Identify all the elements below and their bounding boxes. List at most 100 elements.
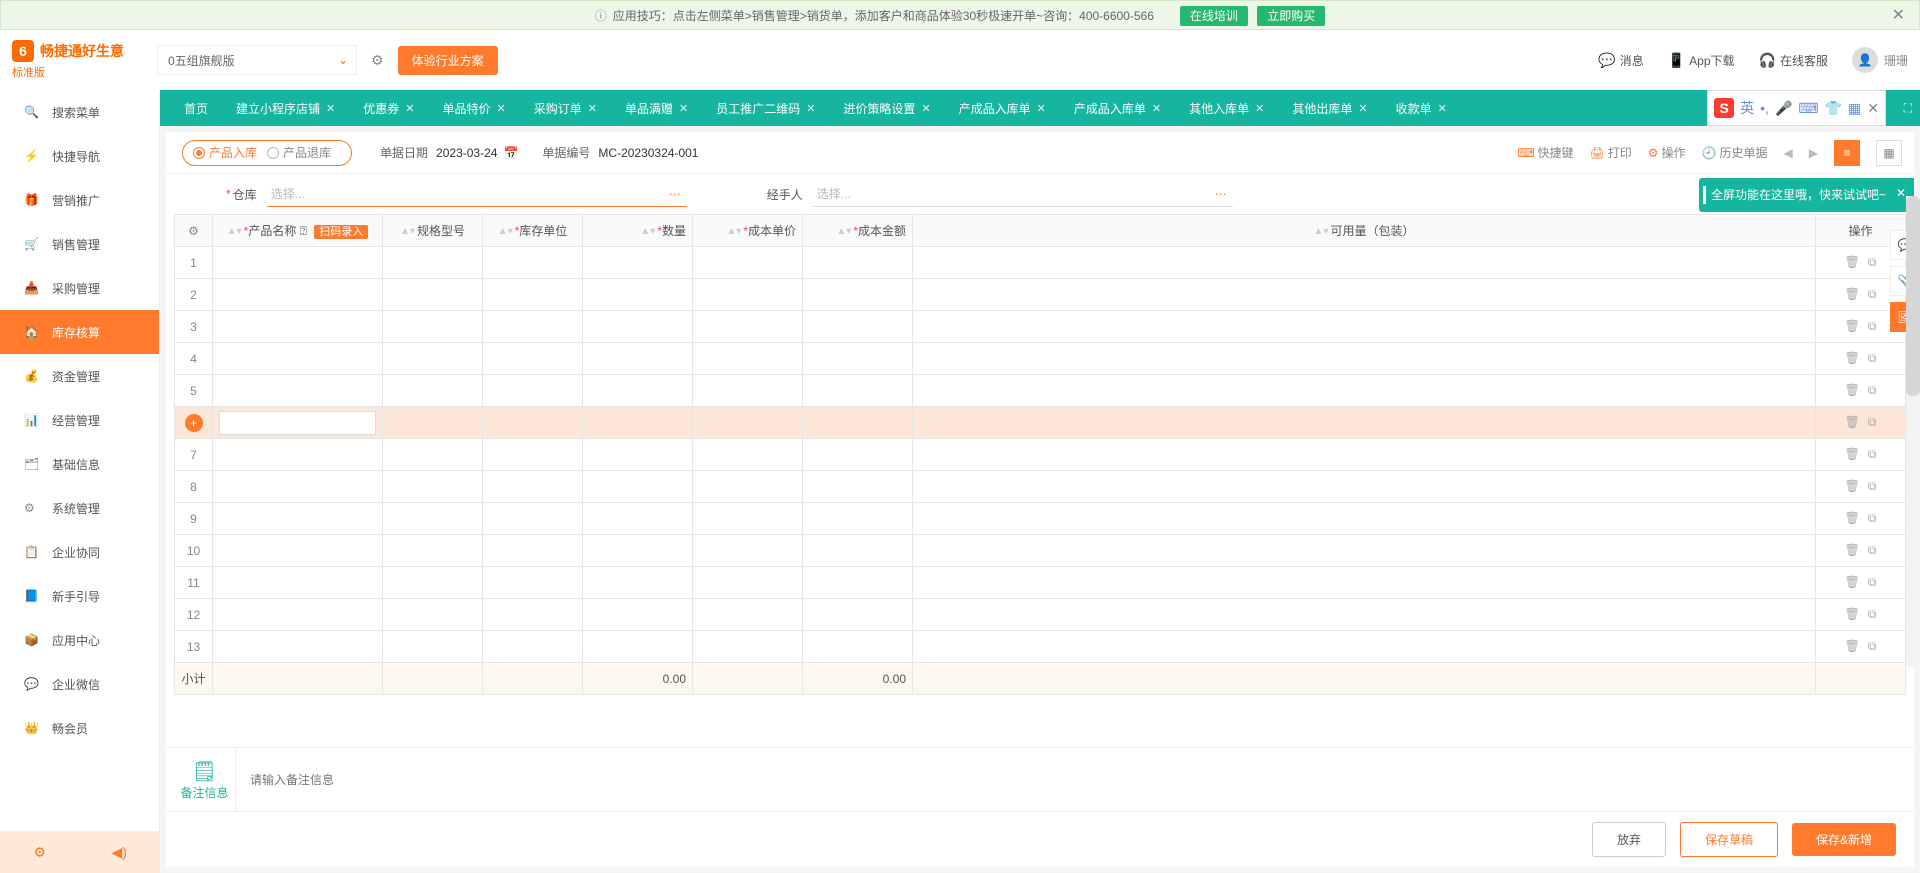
view-card-button[interactable]: ▦ <box>1876 140 1902 166</box>
copy-row-icon[interactable]: ⧉ <box>1868 575 1877 589</box>
sidebar-item-4[interactable]: 📥采购管理 <box>0 266 159 310</box>
calendar-icon[interactable]: 📅 <box>503 146 518 160</box>
copy-row-icon[interactable]: ⧉ <box>1868 319 1877 333</box>
tab-close-icon[interactable]: ✕ <box>679 102 688 115</box>
sidebar-item-3[interactable]: 🛒销售管理 <box>0 222 159 266</box>
copy-row-icon[interactable]: ⧉ <box>1868 287 1877 301</box>
delete-row-icon[interactable]: 🗑 <box>1845 383 1860 397</box>
save-draft-button[interactable]: 保存草稿 <box>1680 822 1778 857</box>
tab-close-icon[interactable]: ✕ <box>1358 102 1367 115</box>
tab-11[interactable]: 其他出库单✕ <box>1278 90 1381 126</box>
tab-8[interactable]: 产成品入库单✕ <box>945 90 1060 126</box>
remark-input[interactable] <box>236 748 1906 811</box>
tab-close-icon[interactable]: ✕ <box>1152 102 1161 115</box>
delete-row-icon[interactable]: 🗑 <box>1845 415 1860 429</box>
sidebar-collapse-button[interactable]: ◀) <box>80 844 160 861</box>
more-icon[interactable]: ⋯ <box>669 187 683 201</box>
tab-10[interactable]: 其他入库单✕ <box>1175 90 1278 126</box>
help-icon[interactable]: ⍰ <box>300 224 307 238</box>
copy-row-icon[interactable]: ⧉ <box>1868 383 1877 397</box>
table-row[interactable]: 2🗑⧉ <box>175 279 1906 311</box>
settings-icon[interactable]: ⚙ <box>371 52 384 69</box>
tab-1[interactable]: 建立小程序店铺✕ <box>222 90 349 126</box>
copy-row-icon[interactable]: ⧉ <box>1868 415 1877 429</box>
delete-row-icon[interactable]: 🗑 <box>1845 639 1860 653</box>
sidebar-settings-button[interactable]: ⚙ <box>0 844 80 861</box>
user-menu[interactable]: 👤 珊珊 <box>1852 47 1908 73</box>
table-row[interactable]: 7🗑⧉ <box>175 439 1906 471</box>
doc-date-value[interactable]: 2023-03-24 <box>436 146 497 160</box>
hint-close-icon[interactable]: ✕ <box>1896 184 1906 202</box>
banner-close-icon[interactable]: ✕ <box>1892 5 1905 25</box>
delete-row-icon[interactable]: 🗑 <box>1845 479 1860 493</box>
sidebar-item-12[interactable]: 📦应用中心 <box>0 618 159 662</box>
tab-close-icon[interactable]: ✕ <box>326 102 335 115</box>
sidebar-item-5[interactable]: 🏠库存核算 <box>0 310 159 354</box>
tab-9[interactable]: 产成品入库单✕ <box>1060 90 1175 126</box>
table-row[interactable]: 4🗑⧉ <box>175 343 1906 375</box>
store-selector[interactable]: 0五组旗舰版 ⌄ <box>157 45 357 75</box>
tab-close-icon[interactable]: ✕ <box>1037 102 1046 115</box>
copy-row-icon[interactable]: ⧉ <box>1868 255 1877 269</box>
industry-template-button[interactable]: 体验行业方案 <box>398 46 498 75</box>
delete-row-icon[interactable]: 🗑 <box>1845 575 1860 589</box>
table-row[interactable]: 11🗑⧉ <box>175 567 1906 599</box>
copy-row-icon[interactable]: ⧉ <box>1868 511 1877 525</box>
operations-link[interactable]: ⚙操作 <box>1648 144 1686 161</box>
more-icon[interactable]: ⋯ <box>1215 187 1229 201</box>
sidebar-item-6[interactable]: 💰资金管理 <box>0 354 159 398</box>
history-link[interactable]: 🕘历史单据 <box>1702 144 1768 161</box>
ime-close-icon[interactable]: ✕ <box>1867 100 1879 117</box>
tab-7[interactable]: 进价策略设置✕ <box>829 90 944 126</box>
tab-close-icon[interactable]: ✕ <box>405 102 414 115</box>
tab-6[interactable]: 员工推广二维码✕ <box>702 90 829 126</box>
nav-next-icon[interactable]: ▶ <box>1809 146 1818 160</box>
sidebar-item-0[interactable]: 🔍搜索菜单 <box>0 90 159 134</box>
table-row[interactable]: 13🗑⧉ <box>175 631 1906 663</box>
add-row-button[interactable]: + <box>185 414 203 432</box>
copy-row-icon[interactable]: ⧉ <box>1868 447 1877 461</box>
copy-row-icon[interactable]: ⧉ <box>1868 543 1877 557</box>
delete-row-icon[interactable]: 🗑 <box>1845 255 1860 269</box>
print-link[interactable]: 🖨打印 <box>1590 144 1632 161</box>
tab-4[interactable]: 采购订单✕ <box>520 90 611 126</box>
ime-toolbar[interactable]: S 英 •, 🎤 ⌨ 👕 ▦ ✕ <box>1707 90 1886 126</box>
table-row[interactable]: 10🗑⧉ <box>175 535 1906 567</box>
sidebar-item-9[interactable]: ⚙系统管理 <box>0 486 159 530</box>
delete-row-icon[interactable]: 🗑 <box>1845 319 1860 333</box>
table-row[interactable]: 3🗑⧉ <box>175 311 1906 343</box>
delete-row-icon[interactable]: 🗑 <box>1845 351 1860 365</box>
table-row[interactable]: 12🗑⧉ <box>175 599 1906 631</box>
tab-close-icon[interactable]: ✕ <box>1438 102 1447 115</box>
customer-service-link[interactable]: 🎧在线客服 <box>1759 52 1828 69</box>
online-training-button[interactable]: 在线培训 <box>1180 6 1248 26</box>
scrollbar[interactable] <box>1906 196 1920 666</box>
messages-link[interactable]: 💬消息 <box>1598 52 1643 69</box>
table-row[interactable]: 8🗑⧉ <box>175 471 1906 503</box>
tab-close-icon[interactable]: ✕ <box>806 102 815 115</box>
copy-row-icon[interactable]: ⧉ <box>1868 639 1877 653</box>
table-row[interactable]: + 🗑 ⧉ <box>175 407 1906 439</box>
table-row[interactable]: 1🗑⧉ <box>175 247 1906 279</box>
radio-product-in[interactable]: 产品入库 <box>193 144 257 161</box>
table-row[interactable]: 9🗑⧉ <box>175 503 1906 535</box>
tab-2[interactable]: 优惠券✕ <box>349 90 428 126</box>
sidebar-item-1[interactable]: ⚡快捷导航 <box>0 134 159 178</box>
radio-product-out[interactable]: 产品退库 <box>267 144 331 161</box>
table-row[interactable]: 5🗑⧉ <box>175 375 1906 407</box>
copy-row-icon[interactable]: ⧉ <box>1868 351 1877 365</box>
tab-5[interactable]: 单品满赠✕ <box>611 90 702 126</box>
nav-prev-icon[interactable]: ◀ <box>1784 146 1793 160</box>
sidebar-item-2[interactable]: 🎁营销推广 <box>0 178 159 222</box>
tab-3[interactable]: 单品特价✕ <box>428 90 519 126</box>
fullscreen-icon[interactable]: ⛶ <box>1904 101 1912 116</box>
discard-button[interactable]: 放弃 <box>1592 822 1666 857</box>
shortcut-link[interactable]: ⌨快捷键 <box>1517 144 1573 161</box>
tab-12[interactable]: 收款单✕ <box>1382 90 1461 126</box>
view-list-button[interactable]: ≡ <box>1834 140 1860 166</box>
copy-row-icon[interactable]: ⧉ <box>1868 607 1877 621</box>
scan-entry-tag[interactable]: 扫码录入 <box>314 225 368 239</box>
col-settings[interactable]: ⚙ <box>175 215 213 247</box>
warehouse-select[interactable]: 选择... ⋯ <box>267 181 687 207</box>
sidebar-item-8[interactable]: 🗂基础信息 <box>0 442 159 486</box>
